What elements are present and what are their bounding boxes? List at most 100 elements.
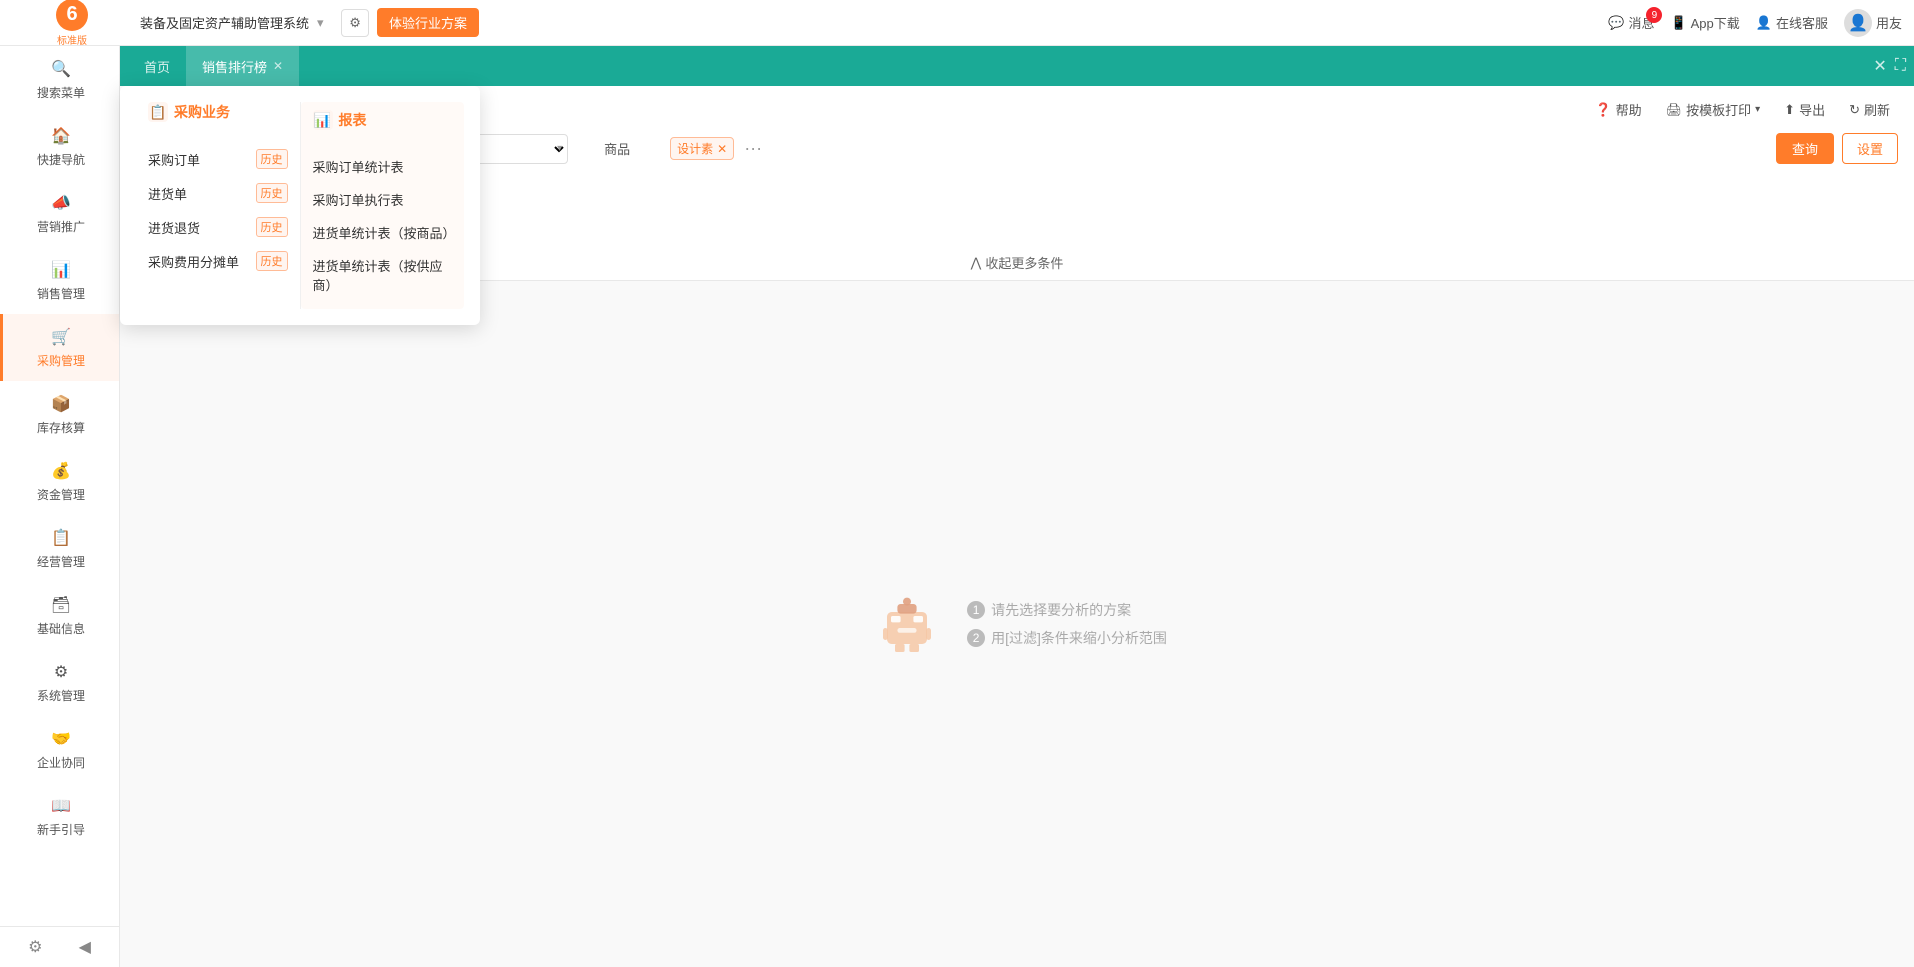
app-icon: 📱 [1670, 15, 1686, 31]
setting-btn[interactable]: 设置 [1842, 133, 1898, 164]
industry-btn[interactable]: 体验行业方案 [377, 8, 479, 37]
empty-inner: 1 请先选择要分析的方案 2 用[过滤]条件来缩小分析范围 [867, 584, 1167, 664]
sidebar-label-basic: 基础信息 [37, 620, 85, 637]
refresh-btn[interactable]: ↻ 刷新 [1841, 96, 1898, 123]
purchase-return-label: 进货退货 [148, 218, 200, 237]
header-settings-button[interactable]: ⚙ [341, 9, 369, 37]
user-label: 用友 [1876, 13, 1902, 32]
refresh-icon: ↻ [1849, 102, 1860, 118]
online-service-label: 在线客服 [1776, 13, 1828, 32]
sidebar-item-marketing[interactable]: 📣 营销推广 [0, 180, 119, 247]
sidebar-label-finance: 资金管理 [37, 486, 85, 503]
sidebar-item-guide[interactable]: 📖 新手引导 [0, 783, 119, 850]
home-icon: 🏠 [50, 125, 72, 147]
app-download-btn[interactable]: 📱 App下载 [1670, 13, 1739, 32]
logo-area: 6 标准版 [12, 0, 132, 47]
export-btn[interactable]: ⬆ 导出 [1776, 96, 1833, 123]
title-dropdown-icon[interactable]: ▾ [317, 15, 333, 31]
operations-icon: 📋 [50, 527, 72, 549]
sidebar-label-search: 搜索菜单 [37, 84, 85, 101]
sidebar-item-operations[interactable]: 📋 经营管理 [0, 515, 119, 582]
purchase-order-label: 采购订单 [148, 150, 200, 169]
user-area[interactable]: 👤 用友 [1844, 9, 1902, 37]
inventory-icon: 📦 [50, 393, 72, 415]
incoming-by-supplier-label: 进货单统计表（按供应商） [313, 256, 453, 294]
sidebar-label-enterprise: 企业协同 [37, 754, 85, 771]
sidebar-item-inventory[interactable]: 📦 库存核算 [0, 381, 119, 448]
sidebar-item-system[interactable]: ⚙ 系统管理 [0, 649, 119, 716]
sidebar-item-search[interactable]: 🔍 搜索菜单 [0, 46, 119, 113]
dropdown-item-purchase-order[interactable]: 采购订单 历史 [148, 142, 288, 176]
search-icon: 🔍 [50, 58, 72, 80]
purchase-col-icon: 📋 [148, 102, 168, 122]
sidebar: 🔍 搜索菜单 🏠 快捷导航 📣 营销推广 📊 销售管理 🛒 采购管理 📦 库存核… [0, 46, 120, 967]
top-header: 6 标准版 装备及固定资产辅助管理系统 ▾ ⚙ 体验行业方案 💬 消息 9 📱 … [0, 0, 1914, 46]
tab-home[interactable]: 首页 [128, 46, 186, 86]
collapse-icon: ⋀ [971, 255, 982, 271]
dropdown-item-purchase-expense[interactable]: 采购费用分摊单 历史 [148, 244, 288, 278]
user-avatar: 👤 [1844, 9, 1872, 37]
sidebar-item-enterprise[interactable]: 🤝 企业协同 [0, 716, 119, 783]
footer-collapse-icon[interactable]: ◀ [79, 937, 91, 957]
dropdown-report-col: 📊 报表 采购订单统计表 采购订单执行表 进货单统计表（按商品） 进货单统计表（… [301, 102, 465, 309]
dropdown-item-order-stats[interactable]: 采购订单统计表 [313, 150, 453, 183]
tab-close-all-icon[interactable]: ✕ [1873, 56, 1886, 76]
goods-dots-btn[interactable]: ··· [740, 138, 766, 159]
sidebar-label-system: 系统管理 [37, 687, 85, 704]
logo-icon: 6 [56, 0, 88, 31]
incoming-by-goods-label: 进货单统计表（按商品） [313, 223, 453, 242]
sidebar-item-purchase[interactable]: 🛒 采购管理 [0, 314, 119, 381]
goods-area: 商品 设计素 ✕ ··· [604, 137, 766, 160]
app-download-label: App下载 [1691, 13, 1740, 32]
empty-state: 1 请先选择要分析的方案 2 用[过滤]条件来缩小分析范围 [120, 281, 1914, 967]
sidebar-label-purchase: 采购管理 [37, 352, 85, 369]
marketing-icon: 📣 [50, 192, 72, 214]
header-right: 💬 消息 9 📱 App下载 👤 在线客服 👤 用友 [1608, 9, 1902, 37]
tab-close-icon[interactable]: ✕ [273, 59, 283, 73]
report-col-label: 报表 [339, 110, 367, 130]
sidebar-item-finance[interactable]: 💰 资金管理 [0, 448, 119, 515]
sales-icon: 📊 [50, 259, 72, 281]
help-btn[interactable]: ❓ 帮助 [1587, 96, 1649, 123]
dropdown-report-title: 📊 报表 [313, 110, 453, 138]
refresh-label: 刷新 [1864, 100, 1890, 119]
dropdown-purchase-col: 📋 采购业务 采购订单 历史 进货单 历史 进货退货 历史 采购费用分摊单 历史 [136, 102, 301, 309]
tab-sales-rank[interactable]: 销售排行榜 ✕ [186, 46, 299, 86]
tab-expand-icon[interactable]: ⛶ [1895, 57, 1906, 75]
sidebar-label-sales: 销售管理 [37, 285, 85, 302]
dropdown-item-incoming-by-supplier[interactable]: 进货单统计表（按供应商） [313, 249, 453, 301]
tab-bar: 首页 销售排行榜 ✕ ✕ ⛶ [120, 46, 1914, 86]
service-icon: 👤 [1756, 15, 1772, 31]
goods-label: 商品 [604, 139, 664, 158]
query-btn[interactable]: 查询 [1776, 133, 1834, 164]
dropdown-item-incoming-by-goods[interactable]: 进货单统计表（按商品） [313, 216, 453, 249]
sidebar-item-basic[interactable]: 🗃 基础信息 [0, 582, 119, 649]
action-btns: 查询 设置 [1776, 133, 1898, 164]
dropdown-item-purchase-incoming[interactable]: 进货单 历史 [148, 176, 288, 210]
incoming-history-badge: 历史 [256, 183, 288, 203]
sidebar-item-sales[interactable]: 📊 销售管理 [0, 247, 119, 314]
finance-icon: 💰 [50, 460, 72, 482]
goods-tag-close-icon[interactable]: ✕ [717, 142, 727, 156]
dropdown-item-order-exec[interactable]: 采购订单执行表 [313, 183, 453, 216]
hint1-icon: 1 [967, 601, 985, 619]
goods-tag-text: 设计素 [677, 140, 713, 157]
sidebar-item-quicknav[interactable]: 🏠 快捷导航 [0, 113, 119, 180]
order-exec-label: 采购订单执行表 [313, 190, 404, 209]
dropdown-item-purchase-return[interactable]: 进货退货 历史 [148, 210, 288, 244]
footer-settings-icon[interactable]: ⚙ [28, 937, 42, 957]
purchase-expense-label: 采购费用分摊单 [148, 252, 239, 271]
print-btn[interactable]: 🖨 按模板打印 ▾ [1658, 96, 1769, 123]
sidebar-footer: ⚙ ◀ [0, 926, 119, 967]
sidebar-label-operations: 经营管理 [37, 553, 85, 570]
tab-sales-rank-label: 销售排行榜 [202, 57, 267, 76]
print-icon: 🖨 [1666, 102, 1683, 118]
dropdown-purchase-title: 📋 采购业务 [148, 102, 288, 130]
report-col-icon: 📊 [313, 110, 333, 130]
enterprise-icon: 🤝 [50, 728, 72, 750]
tab-bar-right: ✕ ⛶ [1873, 56, 1906, 76]
system-title-area: 装备及固定资产辅助管理系统 ▾ ⚙ 体验行业方案 [132, 8, 1608, 37]
message-btn[interactable]: 💬 消息 9 [1608, 13, 1654, 32]
purchase-incoming-label: 进货单 [148, 184, 187, 203]
online-service-btn[interactable]: 👤 在线客服 [1756, 13, 1828, 32]
